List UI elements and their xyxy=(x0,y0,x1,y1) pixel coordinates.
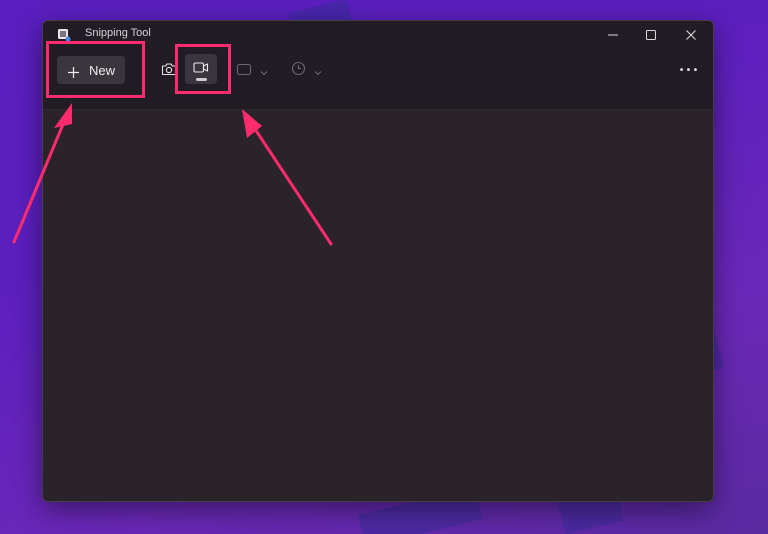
clock-icon xyxy=(291,61,306,80)
annotation-box-video xyxy=(175,44,231,94)
capture-canvas-area xyxy=(43,110,713,501)
close-icon xyxy=(685,26,697,45)
minimize-icon xyxy=(607,26,619,45)
chevron-down-icon xyxy=(314,61,322,80)
snip-shape-dropdown[interactable] xyxy=(233,59,271,81)
more-dots-icon: ••• xyxy=(678,64,700,76)
snipping-tool-app-icon xyxy=(57,27,71,42)
minimize-button[interactable] xyxy=(593,21,633,49)
rectangle-snip-icon xyxy=(236,61,252,80)
annotation-box-new xyxy=(46,41,145,98)
chevron-down-icon xyxy=(260,61,268,80)
maximize-button[interactable] xyxy=(631,21,671,49)
close-button[interactable] xyxy=(671,21,711,49)
more-options-button[interactable]: ••• xyxy=(675,59,703,81)
maximize-icon xyxy=(645,26,657,45)
window-title: Snipping Tool xyxy=(85,27,151,39)
delay-dropdown[interactable] xyxy=(287,59,325,81)
